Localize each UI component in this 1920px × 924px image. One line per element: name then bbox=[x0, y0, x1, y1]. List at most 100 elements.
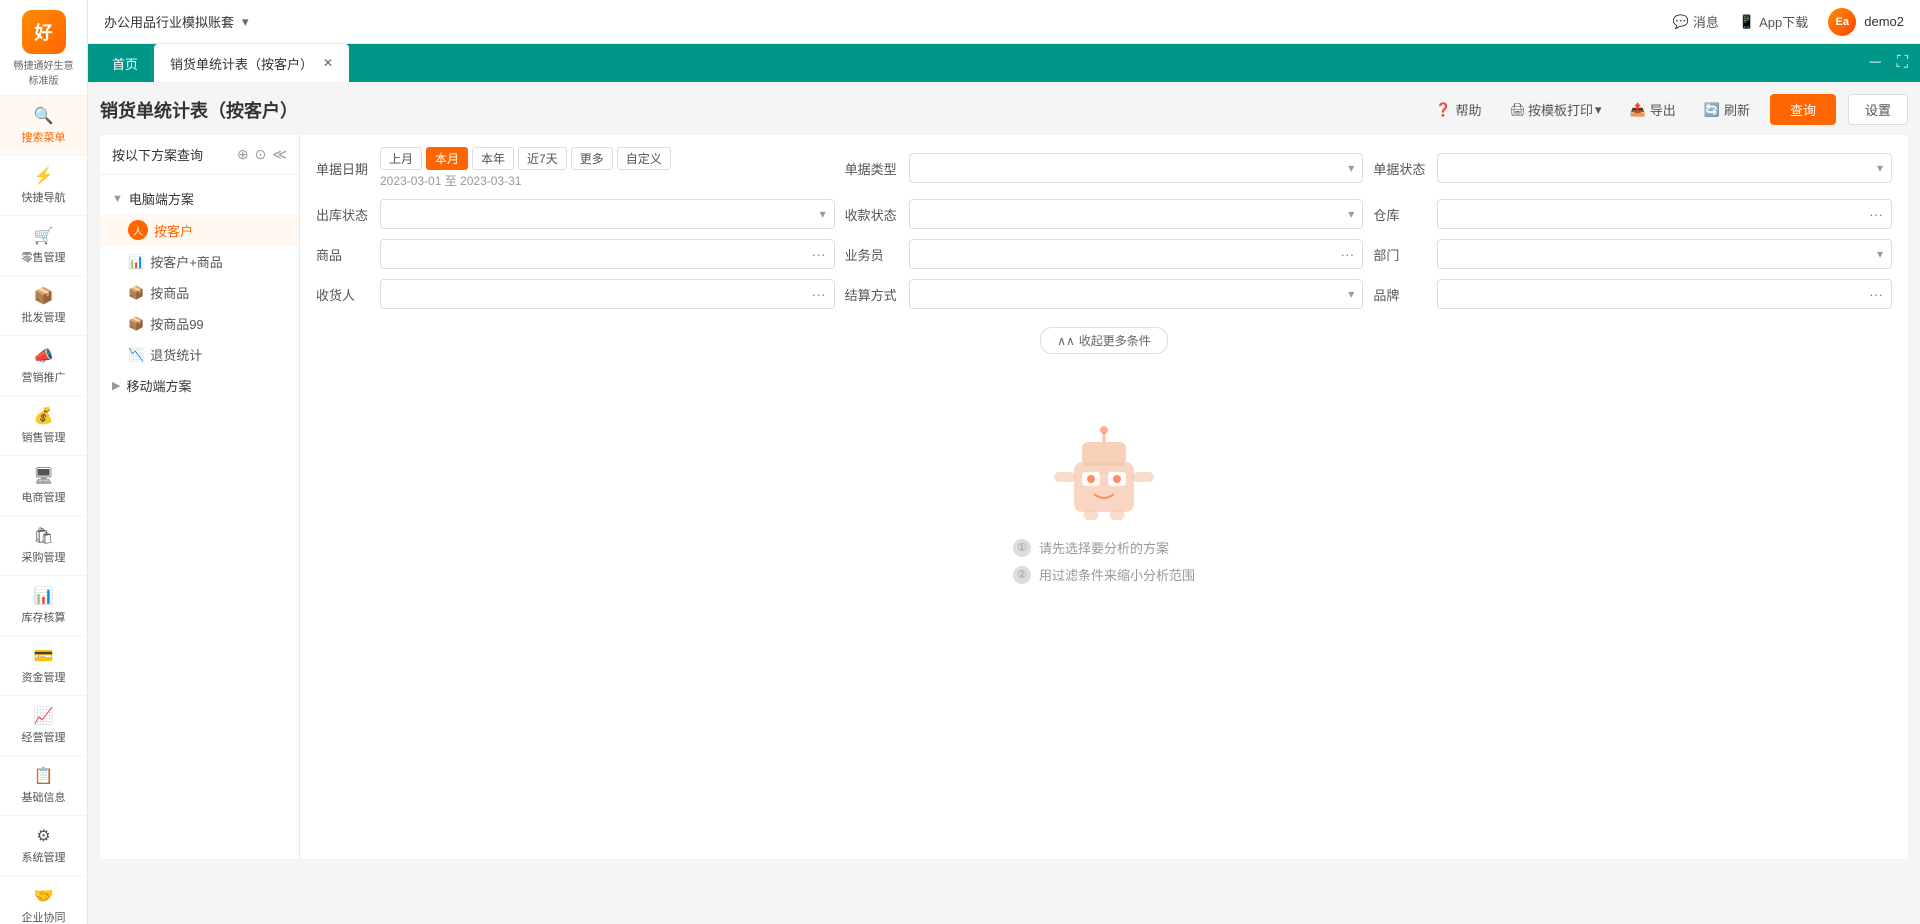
sidebar-icon-wholesale-mgmt: 📦 bbox=[34, 286, 54, 306]
by-goods99-icon: 📦 bbox=[128, 316, 144, 332]
order-status-input[interactable]: ▾ bbox=[1437, 153, 1892, 183]
sidebar-icon-ecom-mgmt: 🖥 bbox=[33, 466, 53, 486]
date-tag-this-month[interactable]: 本月 bbox=[426, 147, 468, 170]
hint-num-2: ② bbox=[1013, 566, 1031, 584]
tree-item-return-stats[interactable]: 📉 退货统计 bbox=[100, 339, 299, 370]
sidebar-label-sales-mgmt: 销售管理 bbox=[22, 429, 66, 445]
collapse-scheme-icon[interactable]: ≪ bbox=[272, 146, 287, 163]
department-input[interactable]: ▾ bbox=[1437, 239, 1892, 269]
brand-input[interactable]: ··· bbox=[1437, 279, 1892, 309]
sidebar-item-inventory[interactable]: 📊 库存核算 bbox=[0, 576, 87, 636]
query-button[interactable]: 查询 bbox=[1770, 94, 1836, 125]
sidebar-icon-purchase-mgmt: 🛍 bbox=[33, 526, 53, 546]
sidebar-item-operations[interactable]: 📈 经营管理 bbox=[0, 696, 87, 756]
filter-row-1: 单据日期 上月 本月 本年 近7天 更多 自定义 2023-03-01 至 20… bbox=[316, 147, 1892, 189]
sidebar-item-ecom-mgmt[interactable]: 🖥 电商管理 bbox=[0, 456, 87, 516]
by-goods99-label: 按商品99 bbox=[150, 314, 203, 333]
collapse-up-icon: ∧∧ bbox=[1057, 334, 1075, 348]
out-status-label: 出库状态 bbox=[316, 205, 372, 224]
add-scheme-icon[interactable]: ⊕ bbox=[237, 146, 249, 163]
minimize-icon[interactable]: ─ bbox=[1865, 50, 1884, 76]
messages-button[interactable]: 💬 消息 bbox=[1673, 12, 1719, 31]
sidebar-label-enterprise: 企业协同 bbox=[22, 909, 66, 924]
print-template-button[interactable]: 🖨 按模板打印 ▾ bbox=[1502, 96, 1610, 123]
date-tag-this-year[interactable]: 本年 bbox=[472, 147, 514, 170]
filter-department-item: 部门 ▾ bbox=[1373, 239, 1892, 269]
sidebar-icon-finance: 💳 bbox=[34, 646, 54, 666]
sidebar-icon-marketing: 📣 bbox=[34, 346, 54, 366]
date-filter-control: 上月 本月 本年 近7天 更多 自定义 2023-03-01 至 2023-03… bbox=[380, 147, 835, 189]
user-profile[interactable]: Ea demo2 bbox=[1828, 8, 1904, 36]
settings-scheme-icon[interactable]: ⊙ bbox=[255, 146, 267, 163]
header-right: 💬 消息 📱 App下载 Ea demo2 bbox=[1673, 8, 1904, 36]
tree-toggle-desktop: ▼ bbox=[112, 193, 123, 205]
sidebar-label-operations: 经营管理 bbox=[22, 729, 66, 745]
sidebar-item-sales-mgmt[interactable]: 💰 销售管理 bbox=[0, 396, 87, 456]
help-icon: ❓ bbox=[1435, 102, 1451, 118]
help-button[interactable]: ❓ 帮助 bbox=[1427, 96, 1489, 123]
date-tag-last-month[interactable]: 上月 bbox=[380, 147, 422, 170]
warehouse-input[interactable]: ··· bbox=[1437, 199, 1892, 229]
page-header: 销货单统计表（按客户） ❓ 帮助 🖨 按模板打印 ▾ 📤 导出 🔄 刷新 bbox=[100, 94, 1908, 125]
payment-method-input[interactable]: ▾ bbox=[909, 279, 1364, 309]
export-button[interactable]: 📤 导出 bbox=[1622, 96, 1684, 123]
sidebar-item-enterprise[interactable]: 🤝 企业协同 bbox=[0, 876, 87, 924]
sidebar-label-finance: 资金管理 bbox=[22, 669, 66, 685]
empty-illustration bbox=[1044, 422, 1164, 522]
sidebar-item-finance[interactable]: 💳 资金管理 bbox=[0, 636, 87, 696]
sidebar-label-basic-info: 基础信息 bbox=[22, 789, 66, 805]
receiver-input[interactable]: ··· bbox=[380, 279, 835, 309]
order-type-input[interactable]: ▾ bbox=[909, 153, 1364, 183]
tree-item-by-goods99[interactable]: 📦 按商品99 bbox=[100, 308, 299, 339]
by-customer-label: 按客户 bbox=[154, 221, 193, 240]
filter-out-status-item: 出库状态 ▾ bbox=[316, 199, 835, 229]
settings-button[interactable]: 设置 bbox=[1848, 94, 1908, 125]
home-tab-label: 首页 bbox=[112, 54, 138, 73]
out-status-input[interactable]: ▾ bbox=[380, 199, 835, 229]
scheme-tree: ▼ 电脑端方案 人 按客户 📊 按客户+商品 📦 按商品 bbox=[100, 175, 299, 409]
tree-item-by-customer[interactable]: 人 按客户 bbox=[100, 214, 299, 246]
scheme-panel: 按以下方案查询 ⊕ ⊙ ≪ ▼ 电脑端方案 人 bbox=[100, 135, 300, 859]
sidebar-item-marketing[interactable]: 📣 营销推广 bbox=[0, 336, 87, 396]
refresh-icon: 🔄 bbox=[1704, 102, 1720, 118]
filter-panel: 单据日期 上月 本月 本年 近7天 更多 自定义 2023-03-01 至 20… bbox=[300, 135, 1908, 859]
payment-method-label: 结算方式 bbox=[845, 285, 901, 304]
date-tag-more[interactable]: 更多 bbox=[571, 147, 613, 170]
receiver-label: 收货人 bbox=[316, 285, 372, 304]
sidebar-item-system-mgmt[interactable]: ⚙ 系统管理 bbox=[0, 816, 87, 876]
sidebar-item-basic-info[interactable]: 📋 基础信息 bbox=[0, 756, 87, 816]
tree-item-by-goods[interactable]: 📦 按商品 bbox=[100, 277, 299, 308]
sidebar-item-purchase-mgmt[interactable]: 🛍 采购管理 bbox=[0, 516, 87, 576]
collapse-button[interactable]: ∧∧ 收起更多条件 bbox=[1040, 327, 1168, 354]
tab-close-icon[interactable]: ✕ bbox=[323, 56, 333, 70]
sidebar-item-search-menu[interactable]: 🔍 搜索菜单 bbox=[0, 96, 87, 156]
tree-group-mobile[interactable]: ▶ 移动端方案 bbox=[100, 370, 299, 401]
sidebar-item-wholesale-mgmt[interactable]: 📦 批发管理 bbox=[0, 276, 87, 336]
date-tag-custom[interactable]: 自定义 bbox=[617, 147, 671, 170]
tab-sales-stats[interactable]: 销货单统计表（按客户） ✕ bbox=[154, 44, 349, 82]
app-download-button[interactable]: 📱 App下载 bbox=[1739, 12, 1808, 31]
out-status-dropdown-icon: ▾ bbox=[820, 207, 826, 221]
salesperson-label: 业务员 bbox=[845, 245, 901, 264]
goods-input[interactable]: ··· bbox=[380, 239, 835, 269]
filter-date-item: 单据日期 上月 本月 本年 近7天 更多 自定义 2023-03-01 至 20… bbox=[316, 147, 835, 189]
sidebar-item-retail-mgmt[interactable]: 🛒 零售管理 bbox=[0, 216, 87, 276]
app-logo: 好 畅捷通好生意 标准版 bbox=[0, 0, 87, 96]
salesperson-input[interactable]: ··· bbox=[909, 239, 1364, 269]
filter-salesperson-item: 业务员 ··· bbox=[845, 239, 1364, 269]
filter-receiver-item: 收货人 ··· bbox=[316, 279, 835, 309]
sidebar-label-marketing: 营销推广 bbox=[22, 369, 66, 385]
logo-text: 畅捷通好生意 标准版 bbox=[14, 57, 74, 87]
return-stats-label: 退货统计 bbox=[150, 345, 202, 364]
maximize-icon[interactable]: ⛶ bbox=[1893, 50, 1912, 76]
tree-item-by-customer-goods[interactable]: 📊 按客户+商品 bbox=[100, 246, 299, 277]
tree-group-desktop[interactable]: ▼ 电脑端方案 bbox=[100, 183, 299, 214]
refresh-button[interactable]: 🔄 刷新 bbox=[1696, 96, 1758, 123]
tab-home[interactable]: 首页 bbox=[96, 44, 154, 82]
receipt-status-input[interactable]: ▾ bbox=[909, 199, 1364, 229]
filter-brand-item: 品牌 ··· bbox=[1373, 279, 1892, 309]
sidebar-item-quick-nav[interactable]: ⚡ 快捷导航 bbox=[0, 156, 87, 216]
date-tag-7days[interactable]: 近7天 bbox=[518, 147, 567, 170]
warehouse-ellipsis-icon: ··· bbox=[1869, 206, 1883, 222]
header-dropdown-icon[interactable]: ▾ bbox=[242, 14, 249, 30]
